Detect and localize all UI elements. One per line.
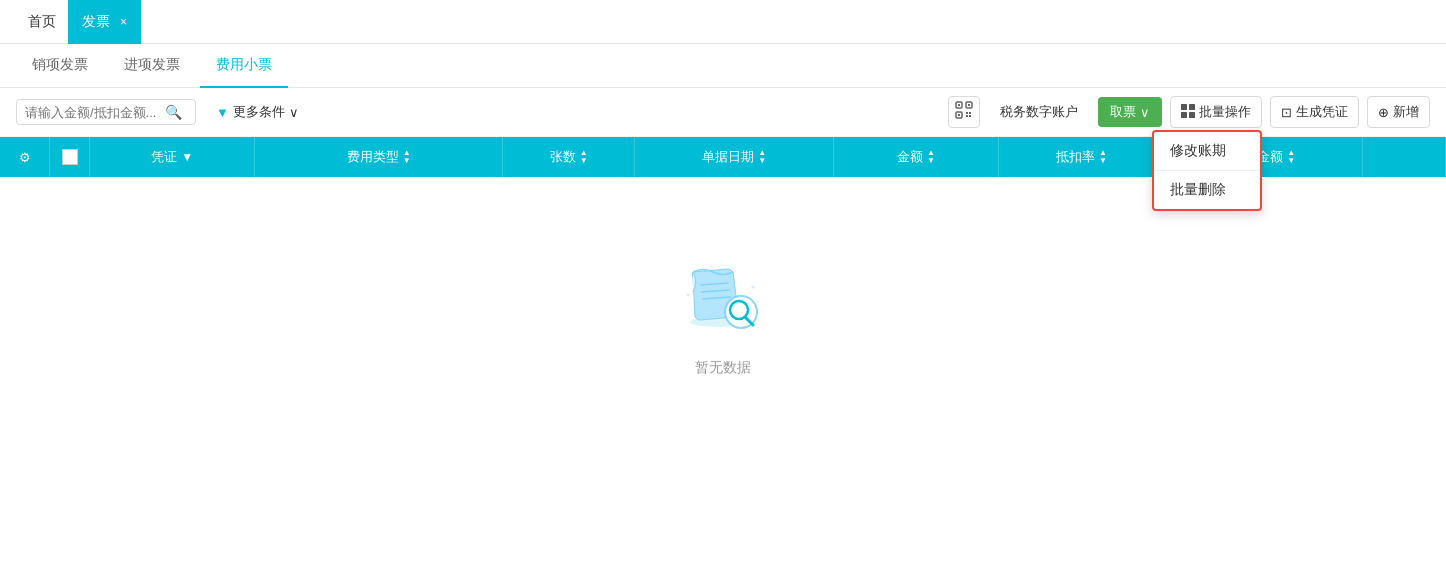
svg-point-21 bbox=[733, 304, 737, 308]
svg-point-24 bbox=[757, 301, 759, 303]
svg-rect-10 bbox=[1181, 104, 1187, 110]
th-count-label: 张数 bbox=[550, 148, 576, 166]
date-sort[interactable]: ▲▼ bbox=[758, 149, 766, 165]
tab-sales[interactable]: 销项发票 bbox=[16, 44, 104, 88]
svg-rect-8 bbox=[966, 115, 968, 117]
svg-rect-11 bbox=[1189, 104, 1195, 110]
take-ticket-btn[interactable]: 取票 ∨ bbox=[1098, 97, 1162, 127]
main-content: 销项发票 进项发票 费用小票 🔍 ▼ 更多条件 ∨ bbox=[0, 44, 1446, 584]
batch-delete-item[interactable]: 批量删除 bbox=[1154, 171, 1260, 209]
select-all-checkbox[interactable] bbox=[62, 149, 78, 165]
toolbar: 🔍 ▼ 更多条件 ∨ bbox=[0, 88, 1446, 137]
svg-point-25 bbox=[687, 294, 690, 297]
batch-op-label: 批量操作 bbox=[1199, 103, 1251, 121]
empty-icon bbox=[673, 257, 773, 347]
amount-sort[interactable]: ▲▼ bbox=[927, 149, 935, 165]
th-date-label: 单据日期 bbox=[702, 148, 754, 166]
search-input[interactable] bbox=[25, 105, 165, 120]
take-ticket-arrow: ∨ bbox=[1140, 105, 1150, 120]
gen-voucher-icon: ⊡ bbox=[1281, 105, 1292, 120]
expense-type-sort[interactable]: ▲▼ bbox=[403, 149, 411, 165]
svg-rect-3 bbox=[958, 104, 960, 106]
count-sort[interactable]: ▲▼ bbox=[580, 149, 588, 165]
svg-rect-4 bbox=[968, 104, 970, 106]
invoice-tab[interactable]: 发票 × bbox=[68, 0, 141, 44]
qr-icon bbox=[955, 101, 973, 124]
filter-arrow: ∨ bbox=[289, 105, 299, 120]
svg-point-22 bbox=[696, 305, 700, 309]
tab-expense[interactable]: 费用小票 bbox=[200, 44, 288, 88]
th-expense-type-label: 费用类型 bbox=[347, 148, 399, 166]
th-amount-label: 金额 bbox=[897, 148, 923, 166]
th-count: 张数 ▲▼ bbox=[503, 137, 636, 177]
th-checkbox[interactable] bbox=[50, 137, 90, 177]
toolbar-left: 🔍 ▼ 更多条件 ∨ bbox=[16, 99, 307, 125]
voucher-filter-icon[interactable]: ▼ bbox=[181, 150, 193, 164]
gen-voucher-label: 生成凭证 bbox=[1296, 103, 1348, 121]
tax-digital-btn[interactable]: 税务数字账户 bbox=[988, 97, 1090, 127]
filter-label: 更多条件 bbox=[233, 103, 285, 121]
home-tab[interactable]: 首页 bbox=[16, 0, 68, 44]
svg-rect-13 bbox=[1189, 112, 1195, 118]
search-box[interactable]: 🔍 bbox=[16, 99, 196, 125]
batch-op-wrapper: 批量操作 修改账期 批量删除 bbox=[1170, 96, 1262, 128]
batch-op-btn[interactable]: 批量操作 bbox=[1170, 96, 1262, 128]
filter-icon: ▼ bbox=[216, 105, 229, 120]
search-icon[interactable]: 🔍 bbox=[165, 104, 182, 120]
svg-rect-12 bbox=[1181, 112, 1187, 118]
svg-point-23 bbox=[752, 286, 755, 289]
add-icon: ⊕ bbox=[1378, 105, 1389, 120]
gen-voucher-btn[interactable]: ⊡ 生成凭证 bbox=[1270, 96, 1359, 128]
th-deduct-rate: 抵扣率 ▲▼ bbox=[999, 137, 1164, 177]
th-extra bbox=[1363, 137, 1446, 177]
filter-btn[interactable]: ▼ 更多条件 ∨ bbox=[208, 99, 307, 125]
empty-text: 暂无数据 bbox=[695, 359, 751, 377]
modify-period-item[interactable]: 修改账期 bbox=[1154, 132, 1260, 171]
svg-rect-9 bbox=[969, 115, 971, 117]
deduct-rate-sort[interactable]: ▲▼ bbox=[1099, 149, 1107, 165]
th-settings[interactable]: ⚙ bbox=[0, 137, 50, 177]
top-nav: 首页 发票 × bbox=[0, 0, 1446, 44]
batch-dropdown-menu: 修改账期 批量删除 bbox=[1152, 130, 1262, 211]
svg-rect-5 bbox=[958, 114, 960, 116]
settings-icon[interactable]: ⚙ bbox=[19, 150, 31, 165]
svg-rect-7 bbox=[969, 112, 971, 114]
th-voucher: 凭证 ▼ bbox=[90, 137, 255, 177]
deduct-amount-sort[interactable]: ▲▼ bbox=[1287, 149, 1295, 165]
sub-tabs: 销项发票 进项发票 费用小票 bbox=[0, 44, 1446, 88]
empty-state: 暂无数据 bbox=[0, 177, 1446, 417]
th-voucher-label: 凭证 bbox=[151, 148, 177, 166]
batch-op-icon bbox=[1181, 104, 1195, 121]
add-label: 新增 bbox=[1393, 103, 1419, 121]
toolbar-right: 税务数字账户 取票 ∨ 批量操作 bbox=[948, 96, 1430, 128]
qr-btn[interactable] bbox=[948, 96, 980, 128]
take-ticket-label: 取票 bbox=[1110, 103, 1136, 121]
th-amount: 金额 ▲▼ bbox=[834, 137, 999, 177]
th-deduct-rate-label: 抵扣率 bbox=[1056, 148, 1095, 166]
add-btn[interactable]: ⊕ 新增 bbox=[1367, 96, 1430, 128]
svg-rect-6 bbox=[966, 112, 968, 114]
tab-close-btn[interactable]: × bbox=[120, 15, 127, 29]
th-expense-type: 费用类型 ▲▼ bbox=[255, 137, 503, 177]
tab-purchase[interactable]: 进项发票 bbox=[108, 44, 196, 88]
th-date: 单据日期 ▲▼ bbox=[635, 137, 833, 177]
